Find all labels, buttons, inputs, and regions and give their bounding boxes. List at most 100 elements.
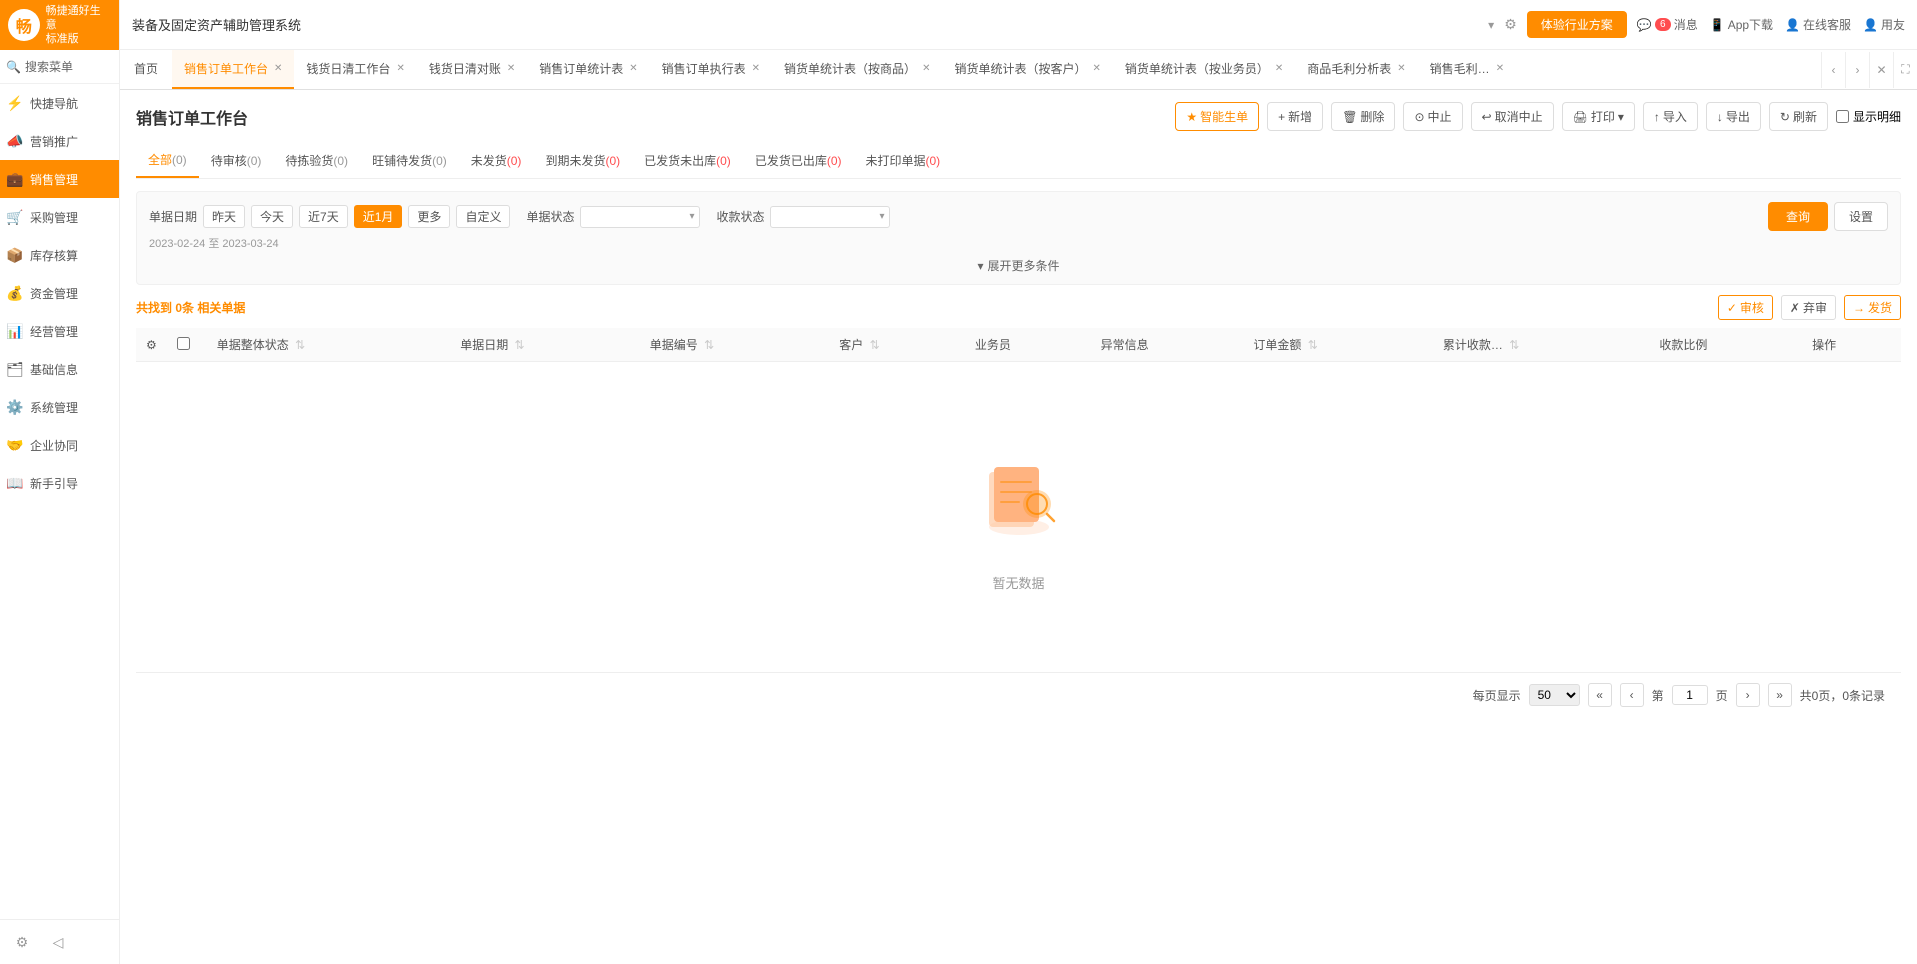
table-count: 共找到 0条 相关单据 (136, 299, 245, 316)
date-today-btn[interactable]: 今天 (251, 205, 293, 228)
status-filter-label: 单据状态 (526, 208, 574, 225)
page-prev-btn[interactable]: ‹ (1620, 683, 1644, 707)
sidebar-item-finance[interactable]: 💰 资金管理 (0, 274, 119, 312)
refresh-btn[interactable]: ↻ 刷新 (1769, 102, 1828, 131)
th-checkbox[interactable] (167, 328, 207, 362)
tabbar-arrows: ‹ › ✕ ⛶ (1821, 52, 1917, 88)
filter-setting-btn[interactable]: 设置 (1834, 202, 1888, 231)
sort-icon-number[interactable]: ⇅ (704, 338, 714, 352)
sidebar-item-sales[interactable]: 💼 销售管理 (0, 160, 119, 198)
status-select[interactable] (580, 206, 700, 228)
tab-close-sales-by-product[interactable]: ✕ (922, 63, 930, 74)
cancel-audit-btn[interactable]: ✗ 弃审 (1781, 295, 1836, 320)
tab-close-order-stats[interactable]: ✕ (629, 63, 637, 74)
sidebar-item-marketing[interactable]: 📣 营销推广 (0, 122, 119, 160)
expand-filter-btn[interactable]: ▾ 展开更多条件 (149, 257, 1888, 274)
sidebar-item-inventory[interactable]: 📦 库存核算 (0, 236, 119, 274)
tab-fullscreen-btn[interactable]: ⛶ (1893, 52, 1917, 88)
print-btn[interactable]: 🖨 打印 ▾ (1562, 102, 1635, 131)
online-service-btn[interactable]: 👤 在线客服 (1785, 16, 1851, 33)
ship-btn[interactable]: → 发货 (1844, 295, 1901, 320)
settings-btn[interactable]: ⚙ (8, 928, 36, 956)
sub-tab-not-shipped[interactable]: 未发货(0) (459, 144, 534, 177)
sidebar-item-search[interactable]: 🔍 搜索菜单 (0, 50, 119, 84)
tab-sales-by-customer[interactable]: 销货单统计表（按客户） ✕ (942, 50, 1112, 89)
cancel-stop-btn[interactable]: ↩ 取消中止 (1471, 102, 1554, 131)
sidebar-item-enterprise[interactable]: 🤝 企业协同 (0, 426, 119, 464)
add-btn[interactable]: + 新增 (1267, 102, 1323, 131)
page-last-btn[interactable]: » (1768, 683, 1792, 707)
sort-icon-amount[interactable]: ⇅ (1308, 338, 1318, 352)
dropdown-arrow-icon[interactable]: ▾ (1488, 18, 1494, 32)
tab-sales-by-product[interactable]: 销货单统计表（按商品） ✕ (772, 50, 942, 89)
smart-create-btn[interactable]: ★ 智能生单 (1175, 102, 1259, 131)
user-btn[interactable]: 👤 用友 (1863, 16, 1905, 33)
export-btn[interactable]: ↓ 导出 (1706, 102, 1761, 131)
import-btn[interactable]: ↑ 导入 (1643, 102, 1698, 131)
show-detail-input[interactable] (1836, 110, 1849, 123)
sub-tab-pending-review[interactable]: 待审核(0) (199, 144, 274, 177)
industry-solution-btn[interactable]: 体验行业方案 (1527, 11, 1627, 38)
tab-order-exec[interactable]: 销售订单执行表 ✕ (650, 50, 772, 89)
print-dropdown-icon: ▾ (1618, 110, 1624, 124)
query-btn[interactable]: 查询 (1768, 202, 1828, 231)
tab-sales-workbench[interactable]: 销售订单工作台 ✕ (172, 50, 294, 89)
sidebar-item-guide[interactable]: 📖 新手引导 (0, 464, 119, 502)
sort-icon-customer[interactable]: ⇅ (870, 338, 880, 352)
tab-close-sales-by-staff[interactable]: ✕ (1275, 63, 1283, 74)
stop-btn[interactable]: ⊙ 中止 (1403, 102, 1462, 131)
date-more-btn[interactable]: 更多 (408, 205, 450, 228)
tab-daily-reconcile[interactable]: 钱货日清对账 ✕ (417, 50, 527, 89)
tab-close-daily-clear[interactable]: ✕ (396, 63, 404, 74)
sub-tab-not-printed[interactable]: 未打印单据(0) (854, 144, 953, 177)
sort-icon-cumulative[interactable]: ⇅ (1509, 338, 1519, 352)
tab-close-sales-by-customer[interactable]: ✕ (1092, 63, 1100, 74)
sub-tab-pending-inspect[interactable]: 待拣验货(0) (273, 144, 360, 177)
date-yesterday-btn[interactable]: 昨天 (203, 205, 245, 228)
sidebar-item-system[interactable]: ⚙️ 系统管理 (0, 388, 119, 426)
tab-scroll-right-btn[interactable]: › (1845, 52, 1869, 88)
tab-close-current-btn[interactable]: ✕ (1869, 52, 1893, 88)
tab-close-sales-workbench[interactable]: ✕ (274, 63, 282, 74)
app-download-btn[interactable]: 📱 App下载 (1710, 16, 1773, 33)
date-7days-btn[interactable]: 近7天 (299, 205, 348, 228)
page-input[interactable] (1672, 685, 1708, 705)
sub-tab-overdue-not-shipped[interactable]: 到期未发货(0) (533, 144, 632, 177)
sidebar-item-quick-nav[interactable]: ⚡ 快捷导航 (0, 84, 119, 122)
sidebar-item-purchase[interactable]: 🛒 采购管理 (0, 198, 119, 236)
sub-tab-shipped-not-out[interactable]: 已发货未出库(0) (632, 144, 743, 177)
date-custom-btn[interactable]: 自定义 (456, 205, 510, 228)
tab-sales-by-staff[interactable]: 销货单统计表（按业务员） ✕ (1113, 50, 1295, 89)
tab-scroll-left-btn[interactable]: ‹ (1821, 52, 1845, 88)
th-settings[interactable]: ⚙ (136, 328, 167, 362)
tab-sales-margin[interactable]: 销售毛利… ✕ (1418, 50, 1516, 89)
tab-close-sales-margin[interactable]: ✕ (1496, 63, 1504, 74)
page-next-btn[interactable]: › (1736, 683, 1760, 707)
tab-close-daily-reconcile[interactable]: ✕ (507, 63, 515, 74)
tab-order-stats[interactable]: 销售订单统计表 ✕ (527, 50, 649, 89)
sort-icon-date[interactable]: ⇅ (515, 338, 525, 352)
empty-state: 暂无数据 (136, 362, 1901, 672)
show-detail-checkbox[interactable]: 显示明细 (1836, 108, 1901, 125)
date-1month-btn[interactable]: 近1月 (354, 205, 403, 228)
page-first-btn[interactable]: « (1588, 683, 1612, 707)
tab-home[interactable]: 首页 (120, 50, 172, 89)
sub-tab-all[interactable]: 全部(0) (136, 143, 199, 178)
per-page-select[interactable]: 50 100 200 (1529, 684, 1580, 706)
delete-btn[interactable]: 🗑 删除 (1331, 102, 1395, 131)
payment-select[interactable] (770, 206, 890, 228)
tab-close-gross-margin[interactable]: ✕ (1397, 63, 1405, 74)
sub-tab-shipped-out[interactable]: 已发货已出库(0) (743, 144, 854, 177)
select-all-checkbox[interactable] (177, 337, 190, 350)
sub-tab-wangpu-ship[interactable]: 旺铺待发货(0) (360, 144, 459, 177)
tab-daily-clear[interactable]: 钱货日清工作台 ✕ (294, 50, 416, 89)
message-btn[interactable]: 💬 6 消息 (1637, 16, 1698, 33)
sidebar-item-basic[interactable]: 🗂 基础信息 (0, 350, 119, 388)
tab-gross-margin[interactable]: 商品毛利分析表 ✕ (1295, 50, 1417, 89)
settings-icon[interactable]: ⚙ (1504, 16, 1517, 33)
sidebar-item-operations[interactable]: 📊 经营管理 (0, 312, 119, 350)
audit-btn[interactable]: ✓ 审核 (1718, 295, 1773, 320)
tab-close-order-exec[interactable]: ✕ (752, 63, 760, 74)
sort-icon-status[interactable]: ⇅ (295, 338, 305, 352)
collapse-btn[interactable]: ◁ (44, 928, 72, 956)
